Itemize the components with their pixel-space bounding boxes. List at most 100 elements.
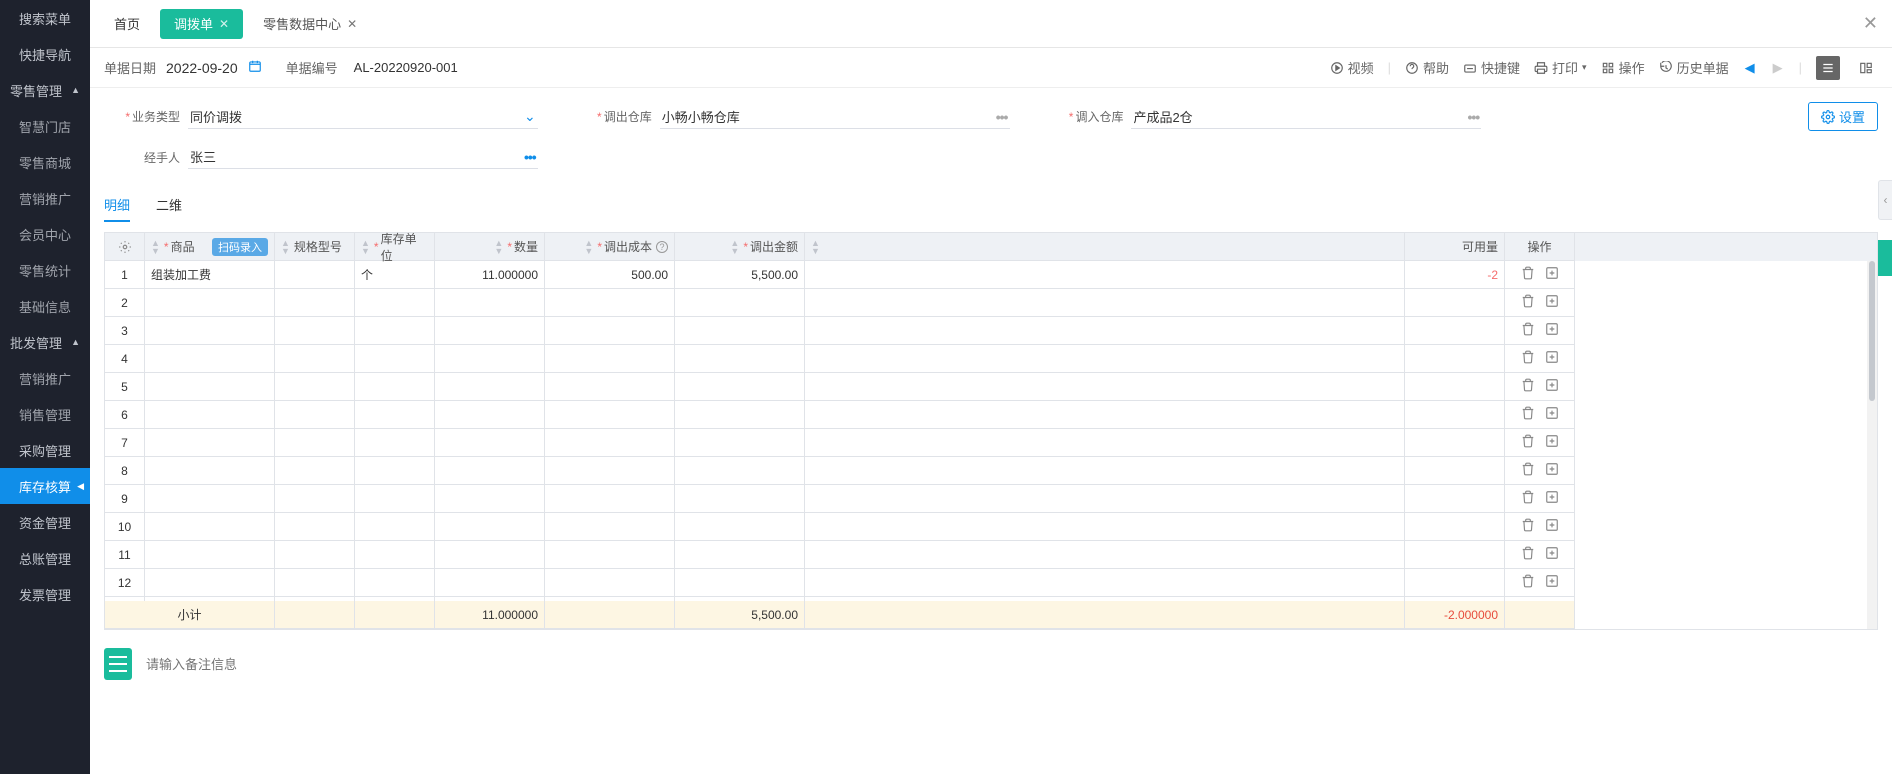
sidebar-item[interactable]: 搜索菜单: [0, 0, 90, 36]
table-row[interactable]: 10: [105, 513, 1877, 541]
date-value[interactable]: 2022-09-20: [166, 60, 238, 76]
col-available[interactable]: 可用量: [1405, 233, 1505, 261]
operate-link[interactable]: 操作: [1601, 58, 1645, 77]
delete-row-icon[interactable]: [1521, 546, 1535, 563]
add-row-icon[interactable]: [1545, 490, 1559, 507]
add-row-icon[interactable]: [1545, 266, 1559, 283]
view-list-icon[interactable]: [1816, 56, 1840, 80]
col-out-amount[interactable]: *调出金额: [675, 233, 805, 261]
detail-subtab[interactable]: 二维: [156, 189, 182, 222]
vertical-scrollbar[interactable]: [1867, 261, 1877, 629]
page-tab[interactable]: 首页: [100, 9, 154, 39]
detail-subtab[interactable]: 明细: [104, 189, 130, 222]
settings-button[interactable]: 设置: [1808, 102, 1878, 131]
add-row-icon[interactable]: [1545, 546, 1559, 563]
row-ops[interactable]: [1505, 289, 1575, 317]
table-row[interactable]: 9: [105, 485, 1877, 513]
add-row-icon[interactable]: [1545, 406, 1559, 423]
table-row[interactable]: 5: [105, 373, 1877, 401]
table-row[interactable]: 6: [105, 401, 1877, 429]
row-ops[interactable]: [1505, 345, 1575, 373]
lookup-icon[interactable]: •••: [1467, 109, 1479, 125]
notes-icon[interactable]: [104, 648, 132, 680]
sidebar-item[interactable]: 库存核算◀: [0, 468, 90, 504]
side-accent-tab[interactable]: [1878, 240, 1892, 276]
page-tab[interactable]: 零售数据中心✕: [249, 9, 371, 39]
row-ops[interactable]: [1505, 569, 1575, 597]
add-row-icon[interactable]: [1545, 434, 1559, 451]
close-tab-icon[interactable]: ✕: [347, 17, 357, 31]
delete-row-icon[interactable]: [1521, 434, 1535, 451]
delete-row-icon[interactable]: [1521, 574, 1535, 591]
row-ops[interactable]: [1505, 513, 1575, 541]
sidebar-item[interactable]: 基础信息: [0, 288, 90, 324]
sidebar-item[interactable]: 零售统计: [0, 252, 90, 288]
row-ops[interactable]: [1505, 485, 1575, 513]
table-row[interactable]: 8: [105, 457, 1877, 485]
remark-input[interactable]: [146, 657, 546, 672]
col-out-cost[interactable]: *调出成本?: [545, 233, 675, 261]
lookup-icon[interactable]: •••: [524, 149, 536, 165]
row-ops[interactable]: [1505, 317, 1575, 345]
add-row-icon[interactable]: [1545, 518, 1559, 535]
video-link[interactable]: 视频: [1330, 58, 1374, 77]
calendar-icon[interactable]: [248, 59, 262, 76]
col-product[interactable]: *商品扫码录入: [145, 233, 275, 261]
sidebar-item[interactable]: 总账管理: [0, 540, 90, 576]
row-ops[interactable]: [1505, 457, 1575, 485]
prev-doc-icon[interactable]: ◀: [1743, 60, 1757, 76]
sidebar-item[interactable]: 营销推广: [0, 360, 90, 396]
info-icon[interactable]: ?: [656, 241, 668, 253]
sidebar-item[interactable]: 资金管理: [0, 504, 90, 540]
delete-row-icon[interactable]: [1521, 350, 1535, 367]
delete-row-icon[interactable]: [1521, 322, 1535, 339]
delete-row-icon[interactable]: [1521, 462, 1535, 479]
sidebar-item[interactable]: 智慧门店: [0, 108, 90, 144]
collapse-panel-icon[interactable]: ‹: [1878, 180, 1892, 220]
delete-row-icon[interactable]: [1521, 294, 1535, 311]
delete-row-icon[interactable]: [1521, 490, 1535, 507]
next-doc-icon[interactable]: ▶: [1771, 60, 1785, 76]
out-warehouse-input[interactable]: [660, 105, 1010, 129]
history-link[interactable]: 历史单据: [1659, 58, 1729, 77]
add-row-icon[interactable]: [1545, 350, 1559, 367]
sidebar-item[interactable]: 零售商城: [0, 144, 90, 180]
col-qty[interactable]: *数量: [435, 233, 545, 261]
chevron-down-icon[interactable]: ⌄: [524, 108, 536, 125]
row-ops[interactable]: [1505, 429, 1575, 457]
row-ops[interactable]: [1505, 401, 1575, 429]
gear-icon[interactable]: [105, 233, 145, 261]
view-card-icon[interactable]: [1854, 56, 1878, 80]
row-ops[interactable]: [1505, 541, 1575, 569]
table-row[interactable]: 11: [105, 541, 1877, 569]
add-row-icon[interactable]: [1545, 574, 1559, 591]
close-tab-icon[interactable]: ✕: [219, 17, 229, 31]
sidebar-item[interactable]: 会员中心: [0, 216, 90, 252]
row-ops[interactable]: [1505, 261, 1575, 289]
sidebar-item[interactable]: 零售管理▲: [0, 72, 90, 108]
sidebar-item[interactable]: 发票管理: [0, 576, 90, 612]
add-row-icon[interactable]: [1545, 322, 1559, 339]
page-tab[interactable]: 调拨单✕: [160, 9, 243, 39]
delete-row-icon[interactable]: [1521, 406, 1535, 423]
sidebar-item[interactable]: 采购管理: [0, 432, 90, 468]
delete-row-icon[interactable]: [1521, 266, 1535, 283]
sidebar-item[interactable]: 批发管理▲: [0, 324, 90, 360]
sidebar-item[interactable]: 营销推广: [0, 180, 90, 216]
in-warehouse-input[interactable]: [1131, 105, 1481, 129]
table-row[interactable]: 1组装加工费个11.000000500.005,500.00-2: [105, 261, 1877, 289]
delete-row-icon[interactable]: [1521, 378, 1535, 395]
shortcut-link[interactable]: 快捷键: [1463, 58, 1520, 77]
lookup-icon[interactable]: •••: [996, 109, 1008, 125]
add-row-icon[interactable]: [1545, 294, 1559, 311]
table-row[interactable]: 7: [105, 429, 1877, 457]
biz-type-input[interactable]: [188, 105, 538, 129]
col-spec[interactable]: 规格型号: [275, 233, 355, 261]
add-row-icon[interactable]: [1545, 378, 1559, 395]
help-link[interactable]: 帮助: [1405, 58, 1449, 77]
close-all-tabs-icon[interactable]: ✕: [1863, 13, 1878, 34]
delete-row-icon[interactable]: [1521, 518, 1535, 535]
sidebar-item[interactable]: 销售管理: [0, 396, 90, 432]
table-row[interactable]: 4: [105, 345, 1877, 373]
col-unit[interactable]: *库存单位: [355, 233, 435, 261]
